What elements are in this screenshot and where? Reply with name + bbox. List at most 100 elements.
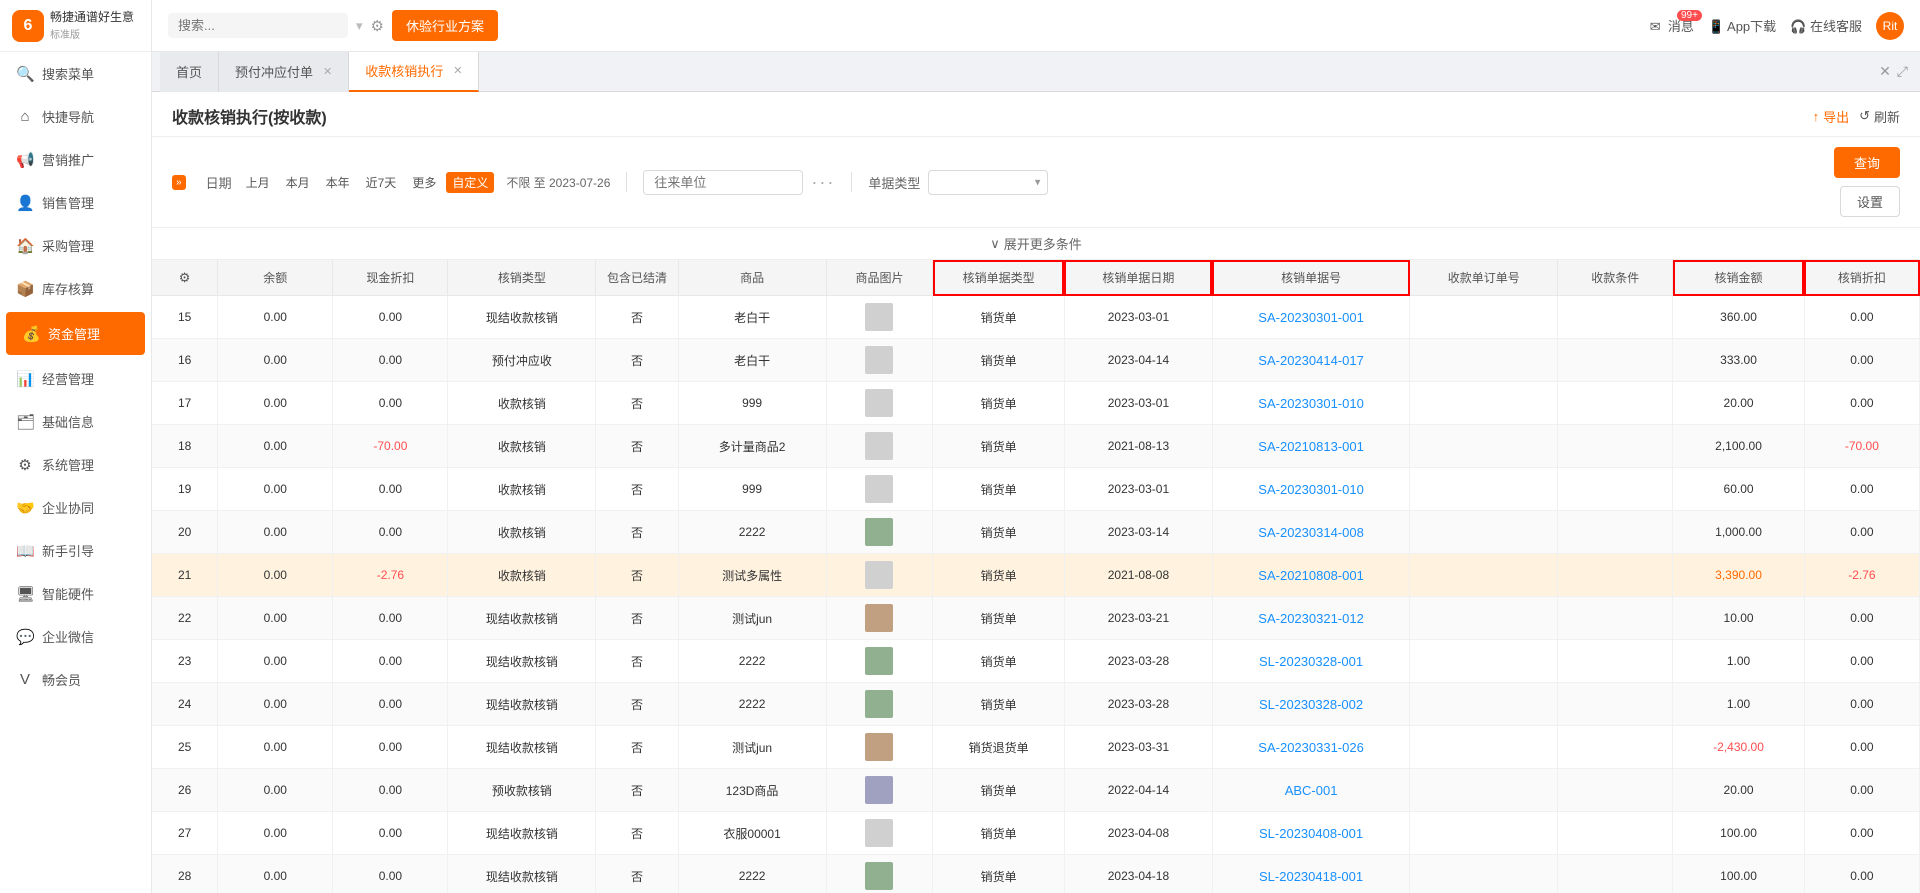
link-hxdbzh[interactable]: SA-20230314-008 — [1258, 525, 1364, 540]
cell-sktj — [1558, 511, 1673, 554]
sidebar-item-quicknav[interactable]: ⌂快捷导航 — [0, 95, 151, 138]
sidebar-item-member[interactable]: V畅会员 — [0, 658, 151, 701]
counterparty-input[interactable] — [643, 170, 803, 195]
cell-skdddh — [1410, 382, 1558, 425]
industry-btn[interactable]: 休验行业方案 — [392, 10, 498, 41]
cell-hxdbzrq: 2021-08-13 — [1064, 425, 1212, 468]
filter-expand-btn[interactable]: ∨ 展开更多条件 — [152, 228, 1920, 260]
user-avatar[interactable]: Rit — [1876, 12, 1904, 40]
cell-xjzk: 0.00 — [333, 683, 448, 726]
cell-hxdbzh[interactable]: SA-20230331-026 — [1212, 726, 1409, 769]
date-opt-more[interactable]: 更多 — [406, 172, 442, 193]
cell-hxdbzh[interactable]: SL-20230328-002 — [1212, 683, 1409, 726]
tab-close-all-icon[interactable]: ✕ — [1879, 63, 1891, 80]
message-btn[interactable]: ✉ 99+ 消息 — [1650, 16, 1694, 35]
tab-receipts[interactable]: 收款核销执行 ✕ — [349, 52, 479, 92]
cell-hxdbzlx: 销货单 — [933, 511, 1065, 554]
cell-hxdbzh[interactable]: SA-20210808-001 — [1212, 554, 1409, 597]
cell-sptp — [826, 812, 933, 855]
link-hxdbzh[interactable]: SL-20230418-001 — [1259, 869, 1363, 884]
refresh-label: 刷新 — [1874, 107, 1900, 126]
cell-sp: 2222 — [678, 511, 826, 554]
cell-hxzk: 0.00 — [1804, 296, 1919, 339]
topbar-search[interactable] — [168, 13, 348, 38]
service-icon: 🎧 — [1790, 19, 1806, 34]
link-hxdbzh[interactable]: SL-20230408-001 — [1259, 826, 1363, 841]
topbar-left: ▾ ⚙ 休验行业方案 — [168, 10, 1638, 41]
link-hxdbzh[interactable]: SA-20210808-001 — [1258, 568, 1364, 583]
cell-hxzk: 0.00 — [1804, 683, 1919, 726]
date-opt-thismonth[interactable]: 本月 — [280, 172, 316, 193]
filter-settings-btn[interactable]: 设置 — [1840, 186, 1900, 217]
link-hxdbzh[interactable]: SA-20230301-001 — [1258, 310, 1364, 325]
cell-hxdbzrq: 2022-04-14 — [1064, 769, 1212, 812]
sidebar-item-search[interactable]: 🔍搜索菜单 — [0, 52, 151, 95]
tab-expand-icon[interactable]: ⤢ — [1897, 63, 1908, 80]
logo-name: 畅捷通谱好生意 — [50, 10, 134, 26]
date-opt-lastmonth[interactable]: 上月 — [240, 172, 276, 193]
date-options: 上月 本月 本年 近7天 更多 自定义 — [240, 172, 495, 193]
cell-skdddh — [1410, 855, 1558, 893]
sidebar-icon-wechat: 💬 — [16, 628, 34, 646]
tab-receipts-close[interactable]: ✕ — [453, 64, 462, 77]
cell-hxdbzlx: 销货单 — [933, 812, 1065, 855]
cell-sptp — [826, 640, 933, 683]
cell-hxdbzh[interactable]: SA-20230301-010 — [1212, 468, 1409, 511]
cell-yue: 0.00 — [218, 468, 333, 511]
sidebar-item-operations[interactable]: 📊经营管理 — [0, 357, 151, 400]
sidebar-item-marketing[interactable]: 📢营销推广 — [0, 138, 151, 181]
query-btn[interactable]: 查询 — [1834, 147, 1900, 178]
tab-home[interactable]: 首页 — [160, 52, 219, 92]
link-hxdbzh[interactable]: SA-20230321-012 — [1258, 611, 1364, 626]
cell-hxdbzh[interactable]: SL-20230328-001 — [1212, 640, 1409, 683]
link-hxdbzh[interactable]: ABC-001 — [1285, 783, 1338, 798]
cell-hxdbzh[interactable]: SA-20230321-012 — [1212, 597, 1409, 640]
data-table: ⚙ 余额 现金折扣 核销类型 包含已结清 商品 商品图片 核销单据类型 核销单据… — [152, 260, 1920, 893]
cell-hxdbzh[interactable]: SA-20210813-001 — [1212, 425, 1409, 468]
link-hxdbzh[interactable]: SA-20230414-017 — [1258, 353, 1364, 368]
date-opt-custom[interactable]: 自定义 — [446, 172, 494, 193]
link-hxdbzh[interactable]: SA-20230331-026 — [1258, 740, 1364, 755]
date-opt-7days[interactable]: 近7天 — [360, 172, 403, 193]
topbar-settings-icon[interactable]: ⚙ — [371, 17, 384, 35]
cell-hxdbzh[interactable]: SA-20230301-010 — [1212, 382, 1409, 425]
cell-hxdbzh[interactable]: SA-20230314-008 — [1212, 511, 1409, 554]
sidebar-item-basic[interactable]: 🗂基础信息 — [0, 400, 151, 443]
sidebar-item-purchase[interactable]: 🏠采购管理 — [0, 224, 151, 267]
cell-hxdbzlx: 销货单 — [933, 382, 1065, 425]
link-hxdbzh[interactable]: SA-20210813-001 — [1258, 439, 1364, 454]
sidebar-item-guide[interactable]: 📖新手引导 — [0, 529, 151, 572]
sidebar-item-wechat[interactable]: 💬企业微信 — [0, 615, 151, 658]
sidebar-item-system[interactable]: ⚙系统管理 — [0, 443, 151, 486]
link-hxdbzh[interactable]: SL-20230328-001 — [1259, 654, 1363, 669]
cell-hxdbzh[interactable]: ABC-001 — [1212, 769, 1409, 812]
tab-prepay[interactable]: 预付冲应付单 ✕ — [219, 52, 349, 92]
tab-prepay-close[interactable]: ✕ — [323, 65, 332, 78]
table-body: 15 0.00 0.00 现结收款核销 否 老白干 销货单 2023-03-01… — [152, 296, 1920, 893]
refresh-btn[interactable]: ↺ 刷新 — [1859, 107, 1900, 126]
date-opt-thisyear[interactable]: 本年 — [320, 172, 356, 193]
cell-hxdbzh[interactable]: SL-20230418-001 — [1212, 855, 1409, 893]
billtype-select[interactable] — [928, 170, 1048, 195]
link-hxdbzh[interactable]: SA-20230301-010 — [1258, 482, 1364, 497]
refresh-icon: ↺ — [1859, 108, 1870, 124]
link-hxdbzh[interactable]: SL-20230328-002 — [1259, 697, 1363, 712]
cell-hxdbzh[interactable]: SA-20230301-001 — [1212, 296, 1409, 339]
cell-hxdbzh[interactable]: SA-20230414-017 — [1212, 339, 1409, 382]
export-btn[interactable]: ↑ 导出 — [1813, 107, 1850, 126]
sidebar-item-hardware[interactable]: 🖥智能硬件 — [0, 572, 151, 615]
counterparty-dots[interactable]: ··· — [811, 172, 835, 193]
filter-collapse-btn[interactable]: » — [172, 175, 186, 190]
sidebar-item-enterprise[interactable]: 🤝企业协同 — [0, 486, 151, 529]
sidebar-label-system: 系统管理 — [42, 455, 94, 474]
logo-sub: 标准版 — [50, 26, 134, 41]
sidebar-item-sales[interactable]: 👤销售管理 — [0, 181, 151, 224]
cell-yue: 0.00 — [218, 855, 333, 893]
service-btn[interactable]: 🎧 在线客服 — [1790, 16, 1862, 35]
cell-hxdbzh[interactable]: SL-20230408-001 — [1212, 812, 1409, 855]
app-download-btn[interactable]: 📱 App下载 — [1708, 16, 1776, 35]
link-hxdbzh[interactable]: SA-20230301-010 — [1258, 396, 1364, 411]
sidebar-item-inventory[interactable]: 📦库存核算 — [0, 267, 151, 310]
sidebar-item-funds[interactable]: 💰资金管理 — [6, 312, 145, 355]
th-settings[interactable]: ⚙ — [152, 260, 218, 296]
